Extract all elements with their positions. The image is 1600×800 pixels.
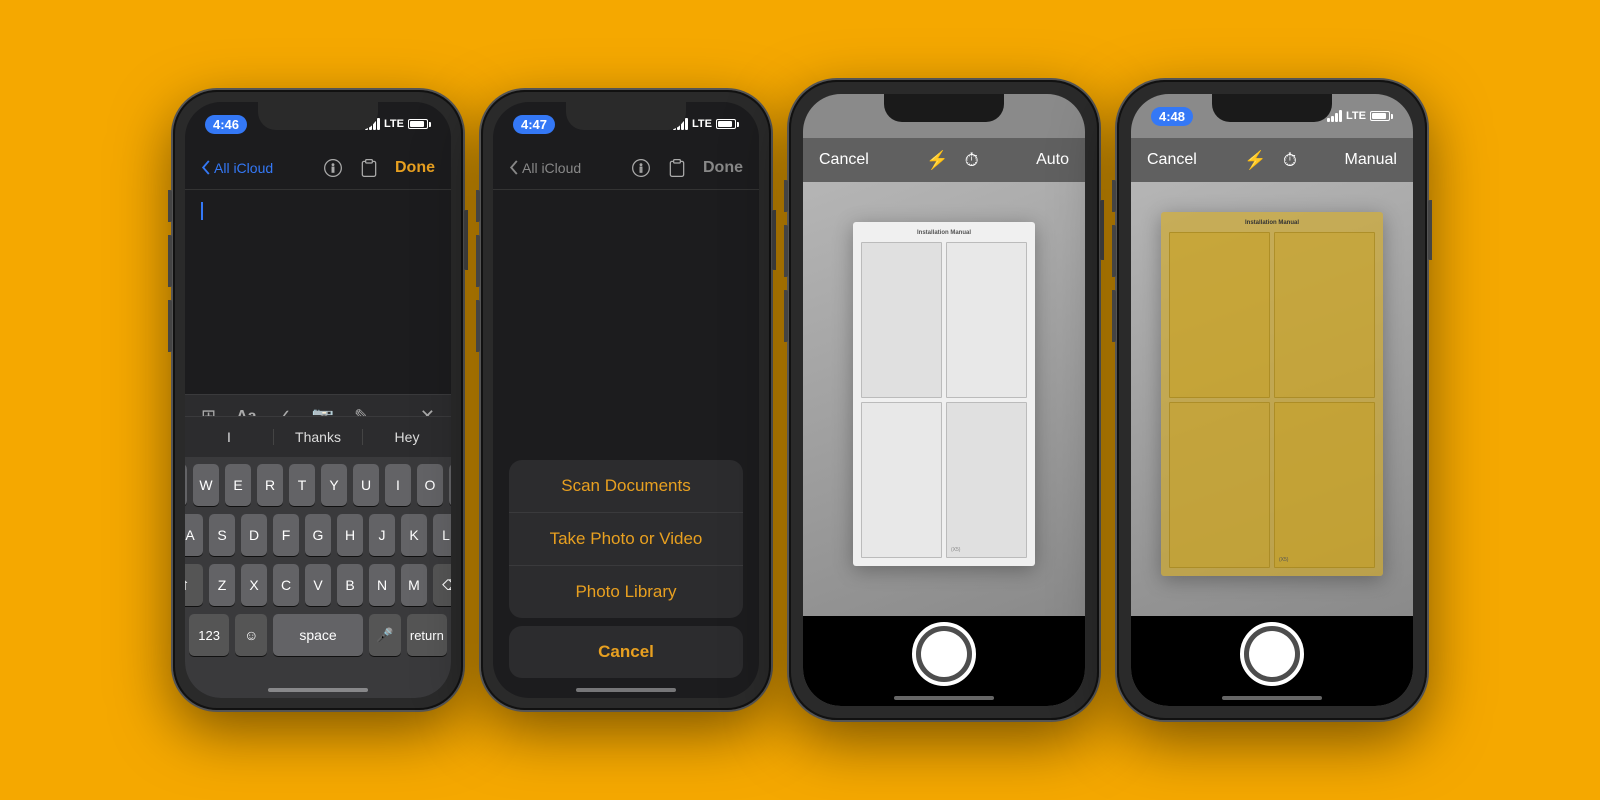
phone2-nav-actions: Done	[631, 158, 743, 178]
phone2-notch	[566, 102, 686, 130]
flash-icon-4[interactable]: ⚡	[1244, 150, 1266, 171]
key-x[interactable]: X	[241, 564, 267, 606]
phone4-shutter-area	[1131, 616, 1413, 706]
phone4-mode[interactable]: Manual	[1345, 151, 1397, 169]
phone4-camera-bar: Cancel ⚡ ⏱ Manual	[1131, 138, 1413, 182]
phone3-mode[interactable]: Auto	[1036, 151, 1069, 169]
key-a[interactable]: A	[185, 514, 203, 556]
key-space[interactable]: space	[273, 614, 362, 656]
key-mic[interactable]: 🎤	[369, 614, 401, 656]
phone1-back[interactable]: All iCloud	[201, 160, 273, 176]
phone4-cancel[interactable]: Cancel	[1147, 151, 1197, 169]
phone2-done[interactable]: Done	[703, 159, 743, 177]
key-l[interactable]: L	[433, 514, 451, 556]
key-g[interactable]: G	[305, 514, 331, 556]
phone1-nav: All iCloud Done	[185, 146, 451, 190]
phone3-notch	[884, 94, 1004, 122]
key-i[interactable]: I	[385, 464, 411, 506]
phone4-time: 4:48	[1151, 107, 1193, 126]
phone4-screen: 4:48 LTE Cancel	[1131, 94, 1413, 706]
key-123[interactable]: 123	[189, 614, 229, 656]
phone2-screen: 4:47 LTE	[493, 102, 759, 698]
phones-container: 4:46 LTE	[173, 80, 1427, 720]
pred-word-1[interactable]: I	[185, 429, 273, 445]
phone3-wrapper: Cancel ⚡ ⏱ Auto Installation Manual	[789, 80, 1099, 720]
pred-word-2[interactable]: Thanks	[273, 429, 362, 445]
key-return[interactable]: return	[407, 614, 447, 656]
phone4-wrapper: 4:48 LTE Cancel	[1117, 80, 1427, 720]
phone2-nav: All iCloud Done	[493, 146, 759, 190]
key-f[interactable]: F	[273, 514, 299, 556]
phone3-home-indicator	[894, 696, 994, 700]
phone1-predictive: I Thanks Hey	[185, 416, 451, 458]
timer-icon-4[interactable]: ⏱	[1283, 150, 1297, 171]
key-shift[interactable]: ⇧	[185, 564, 203, 606]
key-r[interactable]: R	[257, 464, 283, 506]
action-group-main: Scan Documents Take Photo or Video Photo…	[509, 460, 743, 618]
phone1-time: 4:46	[205, 115, 247, 134]
cursor	[201, 202, 203, 220]
phone4-home-indicator	[1222, 696, 1322, 700]
doc-title: Installation Manual	[917, 230, 971, 236]
key-m[interactable]: M	[401, 564, 427, 606]
phone1-nav-actions: Done	[323, 158, 435, 178]
key-w[interactable]: W	[193, 464, 219, 506]
phone3-screen: Cancel ⚡ ⏱ Auto Installation Manual	[803, 94, 1085, 706]
key-t[interactable]: T	[289, 464, 315, 506]
flash-icon[interactable]: ⚡	[926, 150, 948, 171]
phone1-keyboard[interactable]: Q W E R T Y U I O P A S D F G H	[185, 458, 451, 698]
phone4-notch	[1212, 94, 1332, 122]
phone1-home-indicator	[268, 688, 368, 692]
key-y[interactable]: Y	[321, 464, 347, 506]
phone2-wrapper: 4:47 LTE	[481, 90, 771, 710]
action-take-photo[interactable]: Take Photo or Video	[509, 512, 743, 565]
phone1-notes-content[interactable]	[185, 190, 451, 418]
pred-word-3[interactable]: Hey	[362, 429, 451, 445]
phone2-time: 4:47	[513, 115, 555, 134]
phone3-camera-bar: Cancel ⚡ ⏱ Auto	[803, 138, 1085, 182]
phone3-viewfinder: Installation Manual (X5)	[803, 182, 1085, 616]
doc-title-4: Installation Manual	[1245, 220, 1299, 226]
key-k[interactable]: K	[401, 514, 427, 556]
phone4-document-detected: Installation Manual (X5)	[1161, 212, 1383, 576]
key-q[interactable]: Q	[185, 464, 187, 506]
action-photo-library[interactable]: Photo Library	[509, 565, 743, 618]
phone1-notch	[258, 102, 378, 130]
key-j[interactable]: J	[369, 514, 395, 556]
phone1-done[interactable]: Done	[395, 159, 435, 177]
phone1-wrapper: 4:46 L TE	[173, 90, 463, 710]
phone4-shutter-button[interactable]	[1240, 622, 1304, 686]
phone3-shutter-area	[803, 616, 1085, 706]
key-c[interactable]: C	[273, 564, 299, 606]
key-s[interactable]: S	[209, 514, 235, 556]
key-h[interactable]: H	[337, 514, 363, 556]
action-scan-documents[interactable]: Scan Documents	[509, 460, 743, 512]
phone2-back[interactable]: All iCloud	[509, 160, 581, 176]
key-n[interactable]: N	[369, 564, 395, 606]
key-z[interactable]: Z	[209, 564, 235, 606]
phone3-cancel[interactable]: Cancel	[819, 151, 869, 169]
phone2-home-indicator	[576, 688, 676, 692]
key-emoji[interactable]: ☺	[235, 614, 267, 656]
phone2-action-sheet: Scan Documents Take Photo or Video Photo…	[509, 460, 743, 678]
key-d[interactable]: D	[241, 514, 267, 556]
phone4-status-icons: LTE	[1327, 110, 1393, 122]
phone1-screen: 4:46 L TE	[185, 102, 451, 698]
timer-icon[interactable]: ⏱	[965, 150, 979, 171]
action-cancel[interactable]: Cancel	[509, 626, 743, 678]
key-b[interactable]: B	[337, 564, 363, 606]
phone3-document: Installation Manual (X5)	[853, 222, 1035, 566]
key-o[interactable]: O	[417, 464, 443, 506]
phone4-viewfinder: Installation Manual (X5)	[1131, 182, 1413, 616]
phone3-shutter-button[interactable]	[912, 622, 976, 686]
key-u[interactable]: U	[353, 464, 379, 506]
key-delete[interactable]: ⌫	[433, 564, 451, 606]
key-v[interactable]: V	[305, 564, 331, 606]
key-p[interactable]: P	[449, 464, 451, 506]
key-e[interactable]: E	[225, 464, 251, 506]
